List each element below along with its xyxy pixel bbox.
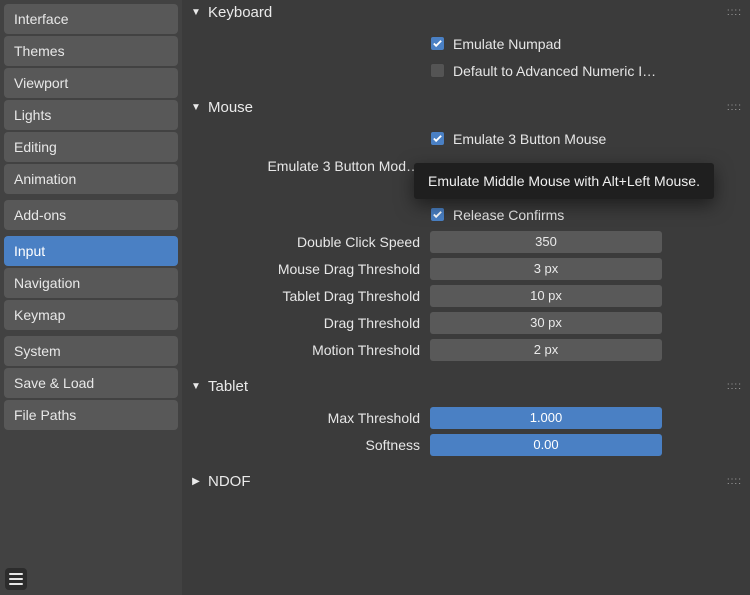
chevron-down-icon: ▼ [190, 7, 202, 18]
checkbox-icon [430, 131, 445, 146]
checkbox-icon [430, 63, 445, 78]
section-mouse: ▼ Mouse :::: Emulate 3 Button Mouse Emul… [182, 95, 750, 374]
tooltip-emulate-middle-mouse: Emulate Middle Mouse with Alt+Left Mouse… [414, 163, 714, 199]
sidebar-item-input[interactable]: Input [4, 236, 178, 266]
section-title: NDOF [208, 473, 251, 490]
checkbox-icon [430, 36, 445, 51]
section-header-mouse[interactable]: ▼ Mouse :::: [182, 95, 750, 120]
section-ndof: ▶ NDOF :::: [182, 469, 750, 494]
sidebar-item-save-load[interactable]: Save & Load [4, 368, 178, 398]
section-title: Tablet [208, 378, 248, 395]
preferences-sidebar: Interface Themes Viewport Lights Editing… [0, 0, 182, 595]
checkbox-emulate-numpad[interactable]: Emulate Numpad [430, 36, 662, 52]
sidebar-item-navigation[interactable]: Navigation [4, 268, 178, 298]
chevron-down-icon: ▼ [190, 102, 202, 113]
sidebar-item-themes[interactable]: Themes [4, 36, 178, 66]
drag-handle-icon[interactable]: :::: [727, 381, 742, 392]
drag-handle-icon[interactable]: :::: [727, 102, 742, 113]
sidebar-item-editing[interactable]: Editing [4, 132, 178, 162]
checkbox-label: Release Confirms [453, 207, 564, 223]
sidebar-item-system[interactable]: System [4, 336, 178, 366]
sidebar-item-keymap[interactable]: Keymap [4, 300, 178, 330]
drag-handle-icon[interactable]: :::: [727, 7, 742, 18]
section-title: Mouse [208, 99, 253, 116]
sidebar-item-viewport[interactable]: Viewport [4, 68, 178, 98]
label-double-click-speed: Double Click Speed [194, 234, 430, 250]
checkbox-label: Emulate 3 Button Mouse [453, 131, 606, 147]
field-drag-threshold[interactable]: 30 px [430, 312, 662, 334]
label-softness: Softness [194, 437, 430, 453]
checkbox-label: Emulate Numpad [453, 36, 561, 52]
checkbox-emulate-3-button-mouse[interactable]: Emulate 3 Button Mouse [430, 131, 662, 147]
checkbox-release-confirms[interactable]: Release Confirms [430, 207, 662, 223]
label-drag-threshold: Drag Threshold [194, 315, 430, 331]
sidebar-item-lights[interactable]: Lights [4, 100, 178, 130]
sidebar-item-addons[interactable]: Add-ons [4, 200, 178, 230]
section-keyboard: ▼ Keyboard :::: Emulate Numpad [182, 0, 750, 95]
label-tablet-drag-threshold: Tablet Drag Threshold [194, 288, 430, 304]
section-header-tablet[interactable]: ▼ Tablet :::: [182, 374, 750, 399]
sidebar-item-animation[interactable]: Animation [4, 164, 178, 194]
checkbox-default-advanced-numeric[interactable]: Default to Advanced Numeric In… [430, 63, 662, 79]
field-mouse-drag-threshold[interactable]: 3 px [430, 258, 662, 280]
section-tablet: ▼ Tablet :::: Max Threshold 1.000 Softne… [182, 374, 750, 469]
label-mouse-drag-threshold: Mouse Drag Threshold [194, 261, 430, 277]
chevron-right-icon: ▶ [190, 476, 202, 487]
drag-handle-icon[interactable]: :::: [727, 476, 742, 487]
label-emulate-3-button-mode: Emulate 3 Button Mod… [194, 158, 430, 174]
field-tablet-drag-threshold[interactable]: 10 px [430, 285, 662, 307]
sidebar-item-file-paths[interactable]: File Paths [4, 400, 178, 430]
chevron-down-icon: ▼ [190, 381, 202, 392]
hamburger-menu-button[interactable] [5, 568, 27, 590]
label-motion-threshold: Motion Threshold [194, 342, 430, 358]
field-double-click-speed[interactable]: 350 [430, 231, 662, 253]
checkbox-label: Default to Advanced Numeric In… [453, 63, 658, 79]
field-motion-threshold[interactable]: 2 px [430, 339, 662, 361]
field-softness[interactable]: 0.00 [430, 434, 662, 456]
section-header-ndof[interactable]: ▶ NDOF :::: [182, 469, 750, 494]
checkbox-icon [430, 207, 445, 222]
tooltip-text: Emulate Middle Mouse with Alt+Left Mouse… [428, 173, 700, 189]
label-max-threshold: Max Threshold [194, 410, 430, 426]
section-title: Keyboard [208, 4, 272, 21]
field-max-threshold[interactable]: 1.000 [430, 407, 662, 429]
section-header-keyboard[interactable]: ▼ Keyboard :::: [182, 0, 750, 25]
sidebar-item-interface[interactable]: Interface [4, 4, 178, 34]
preferences-main: ▼ Keyboard :::: Emulate Numpad [182, 0, 750, 595]
